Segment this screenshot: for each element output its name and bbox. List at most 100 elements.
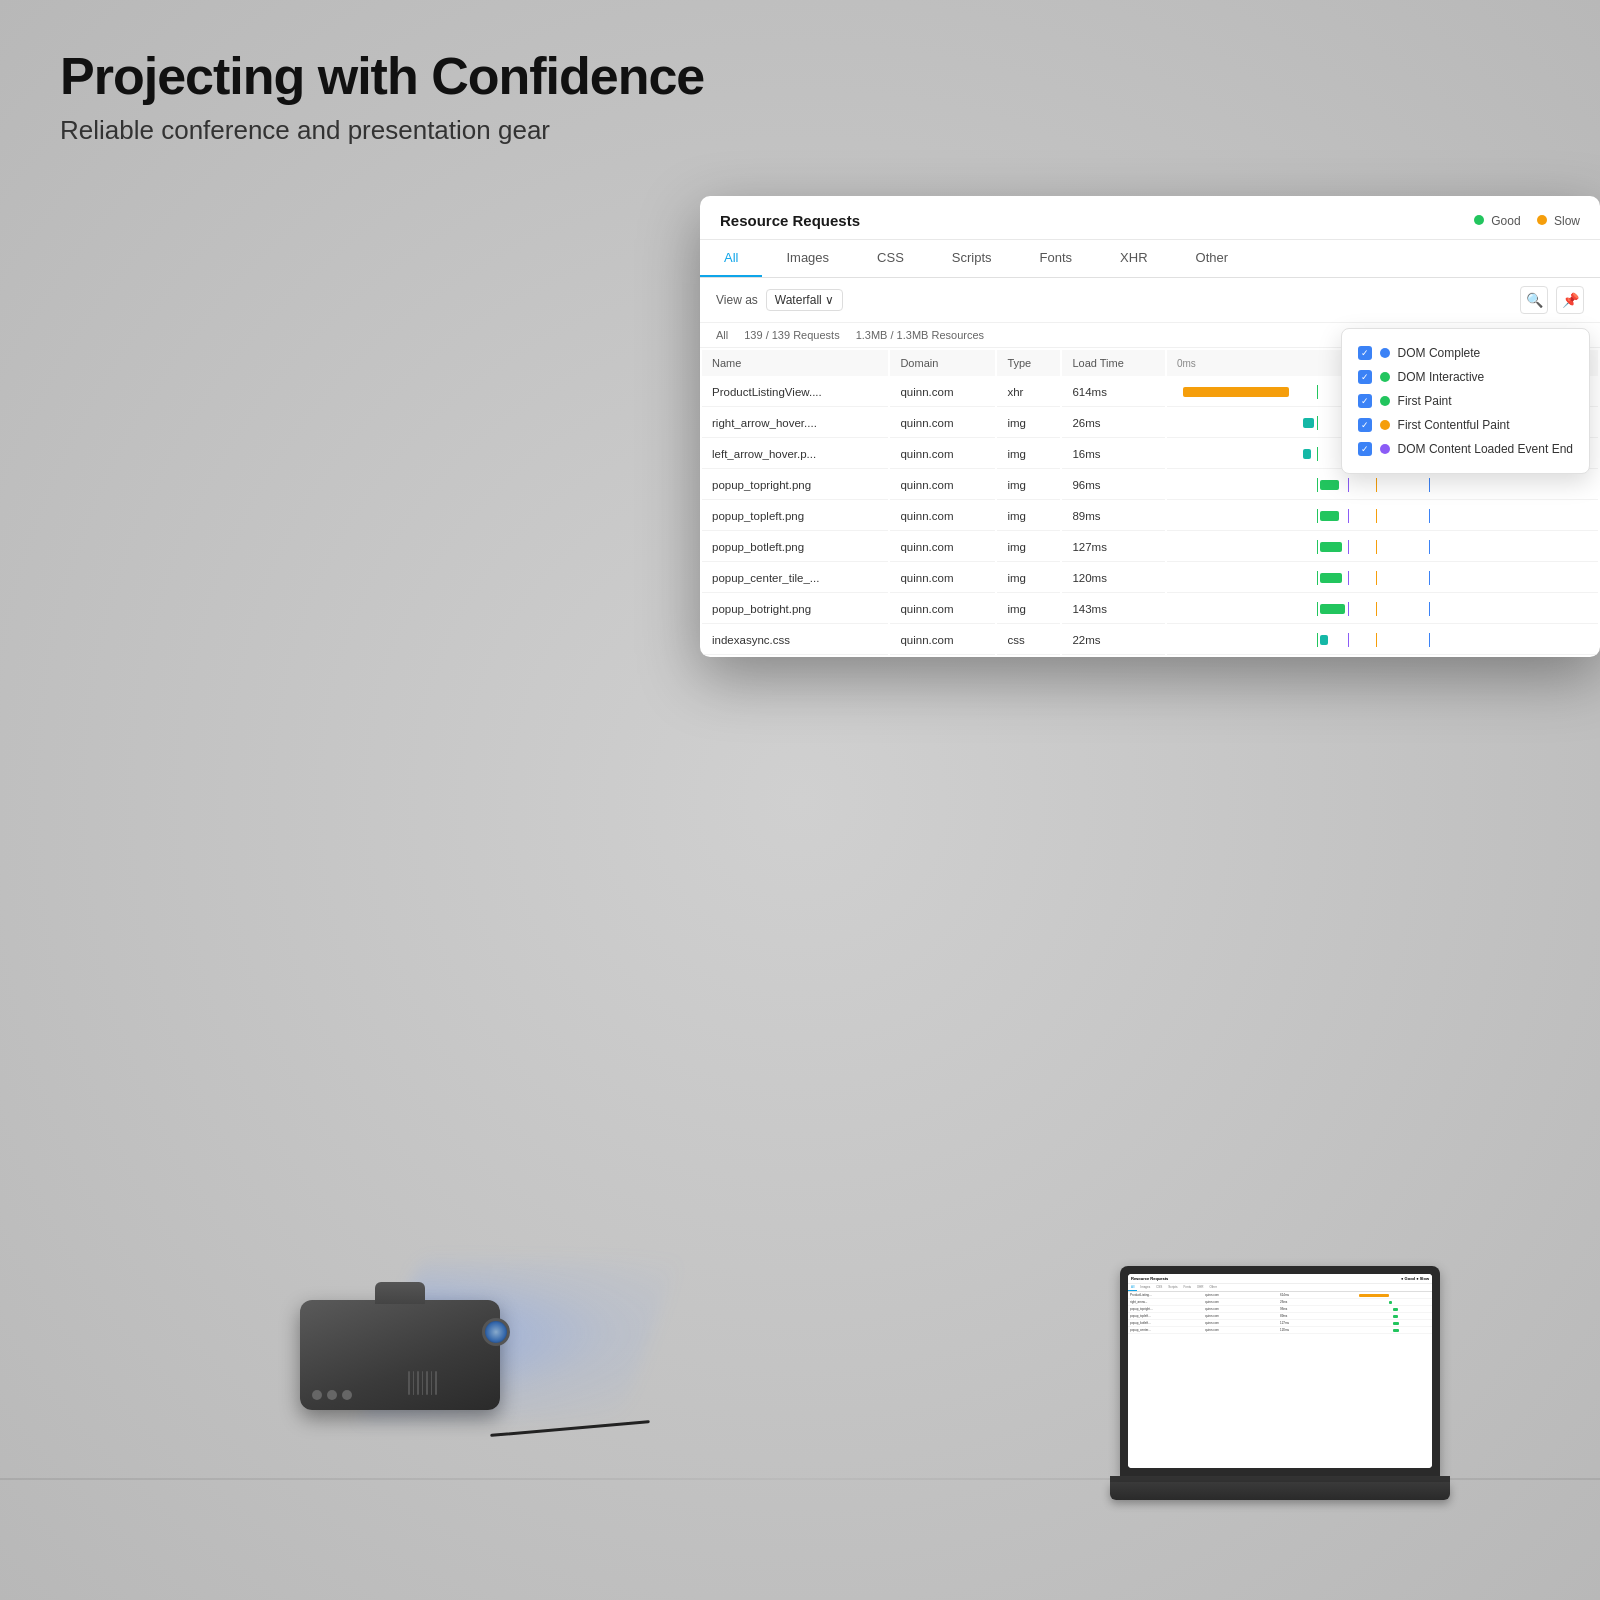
mini-tab-scripts: Scripts (1165, 1284, 1180, 1291)
cell-name: popup_topright.png (702, 471, 888, 500)
dropdown-item-first-contentful-paint[interactable]: ✓ First Contentful Paint (1358, 413, 1573, 437)
checkbox-dom-complete[interactable]: ✓ (1358, 346, 1372, 360)
pin-button[interactable]: 📌 (1556, 286, 1584, 314)
dot-dom-complete (1380, 348, 1390, 358)
mini-row: popup_botleft... quinn.com 127ms (1128, 1320, 1432, 1327)
checkbox-first-contentful-paint[interactable]: ✓ (1358, 418, 1372, 432)
rr-toolbar: View as Waterfall ∨ 🔍 📌 ✓ DOM Complete (700, 278, 1600, 323)
cell-type: xhr (997, 378, 1060, 407)
cell-type: css (997, 626, 1060, 655)
tab-css[interactable]: CSS (853, 240, 928, 277)
cell-domain: quinn.com (890, 564, 995, 593)
col-domain: Domain (890, 350, 995, 376)
requests-count: 139 / 139 Requests (744, 329, 839, 341)
grill-line (413, 1371, 415, 1395)
tab-fonts[interactable]: Fonts (1016, 240, 1097, 277)
cell-waterfall (1167, 595, 1598, 624)
page-wrapper: Projecting with Confidence Reliable conf… (0, 0, 1600, 1600)
cell-domain: quinn.com (890, 626, 995, 655)
resources-size: 1.3MB / 1.3MB Resources (856, 329, 984, 341)
label-first-contentful-paint: First Contentful Paint (1398, 418, 1510, 432)
grill-line (408, 1371, 410, 1395)
tab-all[interactable]: All (700, 240, 762, 277)
laptop-screen: Resource Requests ● Good ● Slow All Imag… (1120, 1266, 1440, 1476)
dot-dom-interactive (1380, 372, 1390, 382)
cell-domain: quinn.com (890, 471, 995, 500)
projector (300, 1300, 520, 1440)
tab-images[interactable]: Images (762, 240, 853, 277)
checkbox-dom-interactive[interactable]: ✓ (1358, 370, 1372, 384)
cell-type: img (997, 440, 1060, 469)
cell-domain: quinn.com (890, 409, 995, 438)
mini-row: right_arrow... quinn.com 26ms (1128, 1299, 1432, 1306)
mini-tab-images: Images (1137, 1284, 1153, 1291)
rr-title: Resource Requests (720, 212, 860, 229)
checkbox-dom-content-loaded[interactable]: ✓ (1358, 442, 1372, 456)
table-row[interactable]: popup_topright.png quinn.com img 96ms (702, 471, 1598, 500)
cell-type: img (997, 564, 1060, 593)
view-as-select[interactable]: Waterfall ∨ (766, 289, 843, 311)
grill-line (431, 1371, 433, 1395)
cell-type: img (997, 533, 1060, 562)
rr-header: Resource Requests Good Slow (700, 196, 1600, 240)
table-row[interactable]: popup_center_tile_... quinn.com img 120m… (702, 564, 1598, 593)
laptop-screen-inner: Resource Requests ● Good ● Slow All Imag… (1128, 1274, 1432, 1468)
dot-first-paint (1380, 396, 1390, 406)
cell-loadtime: 96ms (1062, 471, 1165, 500)
cell-name: left_arrow_hover.p... (702, 440, 888, 469)
cell-loadtime: 127ms (1062, 533, 1165, 562)
cell-name: right_arrow_hover.... (702, 409, 888, 438)
projector-controls (312, 1390, 352, 1400)
projector-body (300, 1300, 500, 1410)
tab-scripts[interactable]: Scripts (928, 240, 1016, 277)
table-row[interactable]: popup_botleft.png quinn.com img 127ms (702, 533, 1598, 562)
grill-line (422, 1371, 424, 1395)
mini-tab-all: All (1128, 1284, 1137, 1291)
cell-waterfall (1167, 502, 1598, 531)
projector-grill (408, 1368, 488, 1398)
mini-row: popup_topright... quinn.com 96ms (1128, 1306, 1432, 1313)
cell-waterfall (1167, 533, 1598, 562)
dropdown-item-dom-content-loaded[interactable]: ✓ DOM Content Loaded Event End (1358, 437, 1573, 461)
dropdown-item-dom-interactive[interactable]: ✓ DOM Interactive (1358, 365, 1573, 389)
grill-line (426, 1371, 428, 1395)
tab-other[interactable]: Other (1172, 240, 1253, 277)
toolbar-icons: 🔍 📌 (1520, 286, 1584, 314)
slow-dot (1537, 215, 1547, 225)
cell-type: img (997, 502, 1060, 531)
table-row[interactable]: popup_botright.png quinn.com img 143ms (702, 595, 1598, 624)
cell-type: img (997, 409, 1060, 438)
bottom-scene: Resource Requests ● Good ● Slow All Imag… (0, 1220, 1600, 1600)
dropdown-item-first-paint[interactable]: ✓ First Paint (1358, 389, 1573, 413)
label-first-paint: First Paint (1398, 394, 1452, 408)
cell-name: indexasync.css (702, 626, 888, 655)
monitor-screen: Resource Requests Good Slow All Images C… (700, 196, 1600, 657)
cell-loadtime: 22ms (1062, 626, 1165, 655)
tab-xhr[interactable]: XHR (1096, 240, 1171, 277)
cell-domain: quinn.com (890, 502, 995, 531)
view-as-label: View as (716, 293, 758, 307)
projector-bump (375, 1282, 425, 1304)
cell-loadtime: 120ms (1062, 564, 1165, 593)
screen-container: Resource Requests Good Slow All Images C… (700, 196, 1600, 657)
mini-tab-fonts: Fonts (1181, 1284, 1195, 1291)
laptop: Resource Requests ● Good ● Slow All Imag… (1120, 1266, 1440, 1500)
label-dom-interactive: DOM Interactive (1398, 370, 1485, 384)
cell-loadtime: 614ms (1062, 378, 1165, 407)
search-button[interactable]: 🔍 (1520, 286, 1548, 314)
legend-slow: Slow (1537, 214, 1580, 228)
grill-line (417, 1371, 419, 1395)
cell-loadtime: 143ms (1062, 595, 1165, 624)
dropdown-item-dom-complete[interactable]: ✓ DOM Complete (1358, 341, 1573, 365)
table-row[interactable]: indexasync.css quinn.com css 22ms (702, 626, 1598, 655)
table-row[interactable]: popup_topleft.png quinn.com img 89ms (702, 502, 1598, 531)
checkbox-first-paint[interactable]: ✓ (1358, 394, 1372, 408)
mini-row: popup_center... quinn.com 120ms (1128, 1327, 1432, 1334)
mini-tab-xhr: XHR (1194, 1284, 1206, 1291)
mini-screen-content: Resource Requests ● Good ● Slow All Imag… (1128, 1274, 1432, 1468)
cell-name: popup_topleft.png (702, 502, 888, 531)
mini-tabs: All Images CSS Scripts Fonts XHR Other (1128, 1284, 1432, 1292)
dot-first-contentful-paint (1380, 420, 1390, 430)
label-dom-complete: DOM Complete (1398, 346, 1481, 360)
cell-waterfall (1167, 564, 1598, 593)
